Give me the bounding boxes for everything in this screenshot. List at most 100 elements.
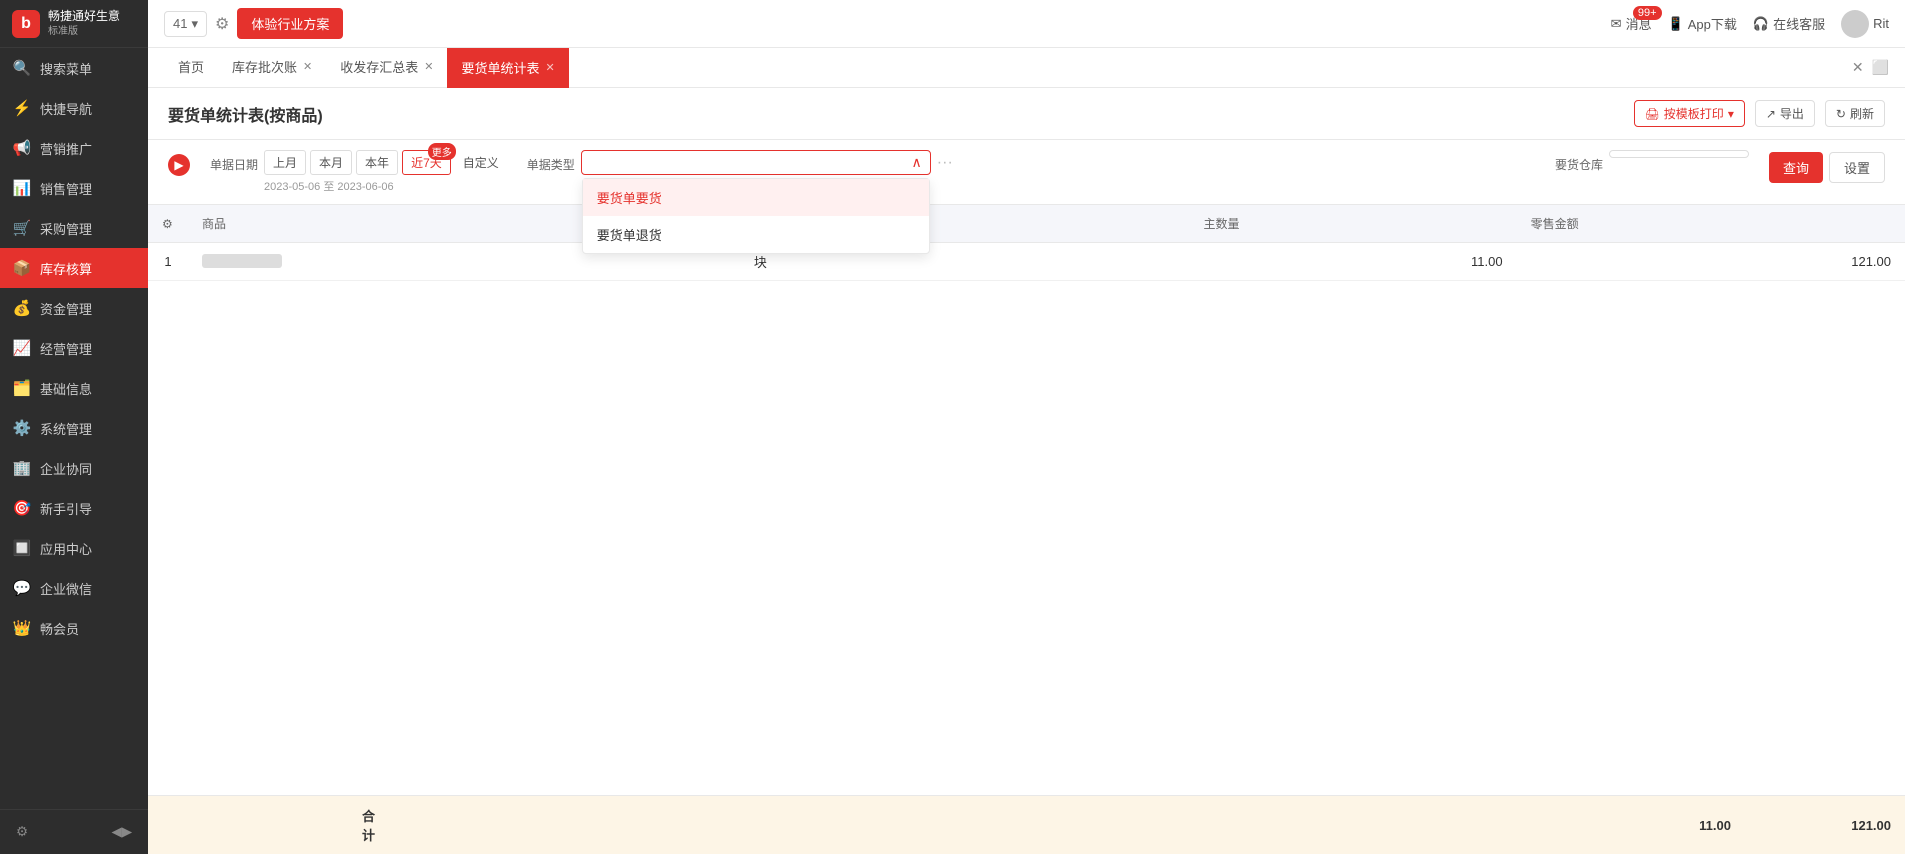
this-month-btn[interactable]: 本月 bbox=[310, 150, 352, 175]
sidebar-label-wechat: 企业微信 bbox=[40, 579, 92, 598]
date-range-text: 2023-05-06 至 2023-06-06 bbox=[264, 178, 507, 194]
sidebar-nav: 🔍 搜索菜单 ⚡快捷导航📢营销推广📊销售管理🛒采购管理 📦 库存核算 💰资金管理 📈 经营管理… bbox=[0, 48, 148, 809]
tab-label-order-summary: 要货单统计表 bbox=[461, 58, 539, 77]
type-filter-caret-icon[interactable]: ∧ bbox=[912, 154, 922, 171]
warehouse-filter-input[interactable] bbox=[1609, 150, 1749, 158]
gear-icon[interactable]: ⚙ bbox=[215, 14, 229, 34]
sidebar-item-operations[interactable]: 📈 经营管理 bbox=[0, 328, 148, 368]
date-filter-options: 上月 本月 本年 近7天 更多 自定义 2023-05-06 至 2023-06… bbox=[264, 150, 507, 194]
tab-close-delivery-summary[interactable]: ✕ bbox=[424, 60, 433, 73]
tab-close-order-summary[interactable]: ✕ bbox=[546, 61, 555, 74]
sidebar-item-apps[interactable]: 🔲应用中心 bbox=[0, 528, 148, 568]
sidebar-icon-guide: 🎯 bbox=[12, 498, 32, 518]
app-download-badge[interactable]: 📱 App下载 bbox=[1668, 14, 1737, 33]
sidebar-label-enterprise: 企业协同 bbox=[40, 459, 92, 478]
close-window-btn[interactable]: ✕ bbox=[1852, 59, 1864, 76]
service-icon: 🎧 bbox=[1753, 16, 1769, 32]
trial-button[interactable]: 体验行业方案 bbox=[237, 8, 343, 39]
footer-amount: 121.00 bbox=[1771, 818, 1891, 833]
refresh-button[interactable]: ↻ 刷新 bbox=[1825, 100, 1885, 127]
sidebar-icon-operations: 📈 bbox=[12, 338, 32, 358]
filter-row: ▶ 单据日期 上月 本月 本年 近7天 更多 自定义 2023-05 bbox=[148, 140, 1905, 205]
topbar-right: ✉ 消息 99+ 📱 App下载 🎧 在线客服 Rit bbox=[1611, 10, 1889, 38]
recent-more-badge: 更多 bbox=[428, 143, 456, 160]
sidebar-label-apps: 应用中心 bbox=[40, 539, 92, 558]
sidebar: b 畅捷通好生意 标准版 🔍搜索菜单⚡快捷导航📢营销推广📊销售管理🛒采购管理📦库… bbox=[0, 0, 148, 854]
print-dropdown-icon: ▾ bbox=[1728, 107, 1734, 121]
type-filter-input-wrap[interactable]: ∧ 要货单要货 要货单退货 bbox=[581, 150, 931, 175]
dropdown-item-order-return[interactable]: 要货单退货 bbox=[583, 216, 929, 253]
avatar bbox=[1841, 10, 1869, 38]
th-amount: 零售金额 bbox=[1517, 205, 1905, 243]
maximize-window-btn[interactable]: ⬜ bbox=[1872, 59, 1889, 76]
tab-order-summary[interactable]: 要货单统计表 ✕ bbox=[447, 48, 568, 88]
filter-actions: 查询 设置 bbox=[1769, 152, 1885, 183]
sidebar-icon-enterprise: 🏢 bbox=[12, 458, 32, 478]
date-buttons: 上月 本月 本年 近7天 更多 自定义 bbox=[264, 150, 507, 175]
custom-date-btn[interactable]: 自定义 bbox=[455, 151, 507, 174]
tab-delivery-summary[interactable]: 收发存汇总表 ✕ bbox=[326, 48, 447, 88]
tab-label-delivery-summary: 收发存汇总表 bbox=[340, 57, 418, 76]
date-filter-group: 单据日期 上月 本月 本年 近7天 更多 自定义 2023-05-06 至 20… bbox=[210, 150, 507, 194]
tabs-right: ✕ ⬜ bbox=[1852, 59, 1889, 76]
sidebar-label-quick-nav: 快捷导航 bbox=[40, 99, 92, 118]
branch-dropdown[interactable]: 41 ▾ bbox=[164, 11, 207, 37]
settings-button[interactable]: 设置 bbox=[1829, 152, 1885, 183]
th-qty: 主数量 bbox=[1190, 205, 1517, 243]
sidebar-icon-search: 🔍 bbox=[12, 58, 32, 78]
table-gear-icon[interactable]: ⚙ bbox=[162, 217, 173, 231]
recent-7days-btn[interactable]: 近7天 更多 bbox=[402, 150, 451, 175]
export-icon: ↗ bbox=[1766, 107, 1776, 121]
last-month-btn[interactable]: 上月 bbox=[264, 150, 306, 175]
this-year-btn[interactable]: 本年 bbox=[356, 150, 398, 175]
main-area: 41 ▾ ⚙ 体验行业方案 ✉ 消息 99+ 📱 App下载 🎧 在线客服 R bbox=[148, 0, 1905, 854]
page-header: 要货单统计表(按商品) 🖨 按模板打印 ▾ ↗ 导出 ↻ 刷新 bbox=[148, 88, 1905, 140]
sidebar-item-wechat[interactable]: 💬企业微信 bbox=[0, 568, 148, 608]
sidebar-item-member[interactable]: 👑畅会员 bbox=[0, 608, 148, 648]
filter-expand-btn[interactable]: ▶ bbox=[168, 154, 190, 176]
messages-badge[interactable]: ✉ 消息 99+ bbox=[1611, 14, 1652, 33]
sidebar-item-inventory[interactable]: 📦 库存核算 bbox=[0, 248, 148, 288]
download-icon: 📱 bbox=[1668, 16, 1684, 32]
type-filter-input[interactable] bbox=[590, 156, 912, 170]
sidebar-item-purchase[interactable]: 🛒采购管理 bbox=[0, 208, 148, 248]
sidebar-label-finance: 资金管理 bbox=[40, 299, 92, 318]
sidebar-item-guide[interactable]: 🎯新手引导 bbox=[0, 488, 148, 528]
sidebar-item-marketing[interactable]: 📢营销推广 bbox=[0, 128, 148, 168]
sidebar-item-sales[interactable]: 📊销售管理 bbox=[0, 168, 148, 208]
sidebar-item-quick-nav[interactable]: ⚡快捷导航 bbox=[0, 88, 148, 128]
tab-home[interactable]: 首页 bbox=[164, 48, 218, 88]
table-body: 1 块 11.00 121.00 bbox=[148, 243, 1905, 281]
sidebar-label-sales: 销售管理 bbox=[40, 179, 92, 198]
settings-btn[interactable]: ⚙ bbox=[12, 820, 32, 844]
sidebar-item-basic[interactable]: 🗂️基础信息 bbox=[0, 368, 148, 408]
sidebar-label-purchase: 采购管理 bbox=[40, 219, 92, 238]
topbar: 41 ▾ ⚙ 体验行业方案 ✉ 消息 99+ 📱 App下载 🎧 在线客服 R bbox=[148, 0, 1905, 48]
collapse-btn[interactable]: ◀▶ bbox=[108, 820, 137, 844]
export-button[interactable]: ↗ 导出 bbox=[1755, 100, 1815, 127]
filter-more-icon[interactable]: ··· bbox=[937, 154, 953, 172]
tab-close-batch-inventory[interactable]: ✕ bbox=[303, 60, 312, 73]
dropdown-item-order-goods[interactable]: 要货单要货 bbox=[583, 179, 929, 216]
sidebar-item-finance[interactable]: 💰资金管理 bbox=[0, 288, 148, 328]
dropdown-arrow-icon: ▾ bbox=[191, 16, 198, 32]
sidebar-footer: ⚙ ◀▶ bbox=[0, 809, 148, 854]
sidebar-label-operations: 经营管理 bbox=[40, 339, 92, 358]
sidebar-item-system[interactable]: ⚙️ 系统管理 bbox=[0, 408, 148, 448]
query-button[interactable]: 查询 bbox=[1769, 152, 1823, 183]
sidebar-icon-system: ⚙️ bbox=[12, 418, 32, 438]
message-icon: ✉ bbox=[1611, 16, 1622, 32]
sidebar-label-inventory: 库存核算 bbox=[40, 259, 92, 278]
sidebar-label-search: 搜索菜单 bbox=[40, 59, 92, 78]
sidebar-item-search[interactable]: 🔍 搜索菜单 bbox=[0, 48, 148, 88]
template-print-button[interactable]: 🖨 按模板打印 ▾ bbox=[1634, 100, 1745, 127]
sidebar-icon-inventory: 📦 bbox=[12, 258, 32, 278]
user-avatar-area[interactable]: Rit bbox=[1841, 10, 1889, 38]
tab-batch-inventory[interactable]: 库存批次账✕ bbox=[218, 48, 326, 88]
footer-label: 合计 bbox=[162, 806, 362, 844]
online-service-badge[interactable]: 🎧 在线客服 bbox=[1753, 14, 1825, 33]
topbar-left: 41 ▾ ⚙ 体验行业方案 bbox=[164, 8, 1599, 39]
sidebar-label-system: 系统管理 bbox=[40, 419, 92, 438]
table-row: 1 块 11.00 121.00 bbox=[148, 243, 1905, 281]
sidebar-item-enterprise[interactable]: 🏢 企业协同 bbox=[0, 448, 148, 488]
